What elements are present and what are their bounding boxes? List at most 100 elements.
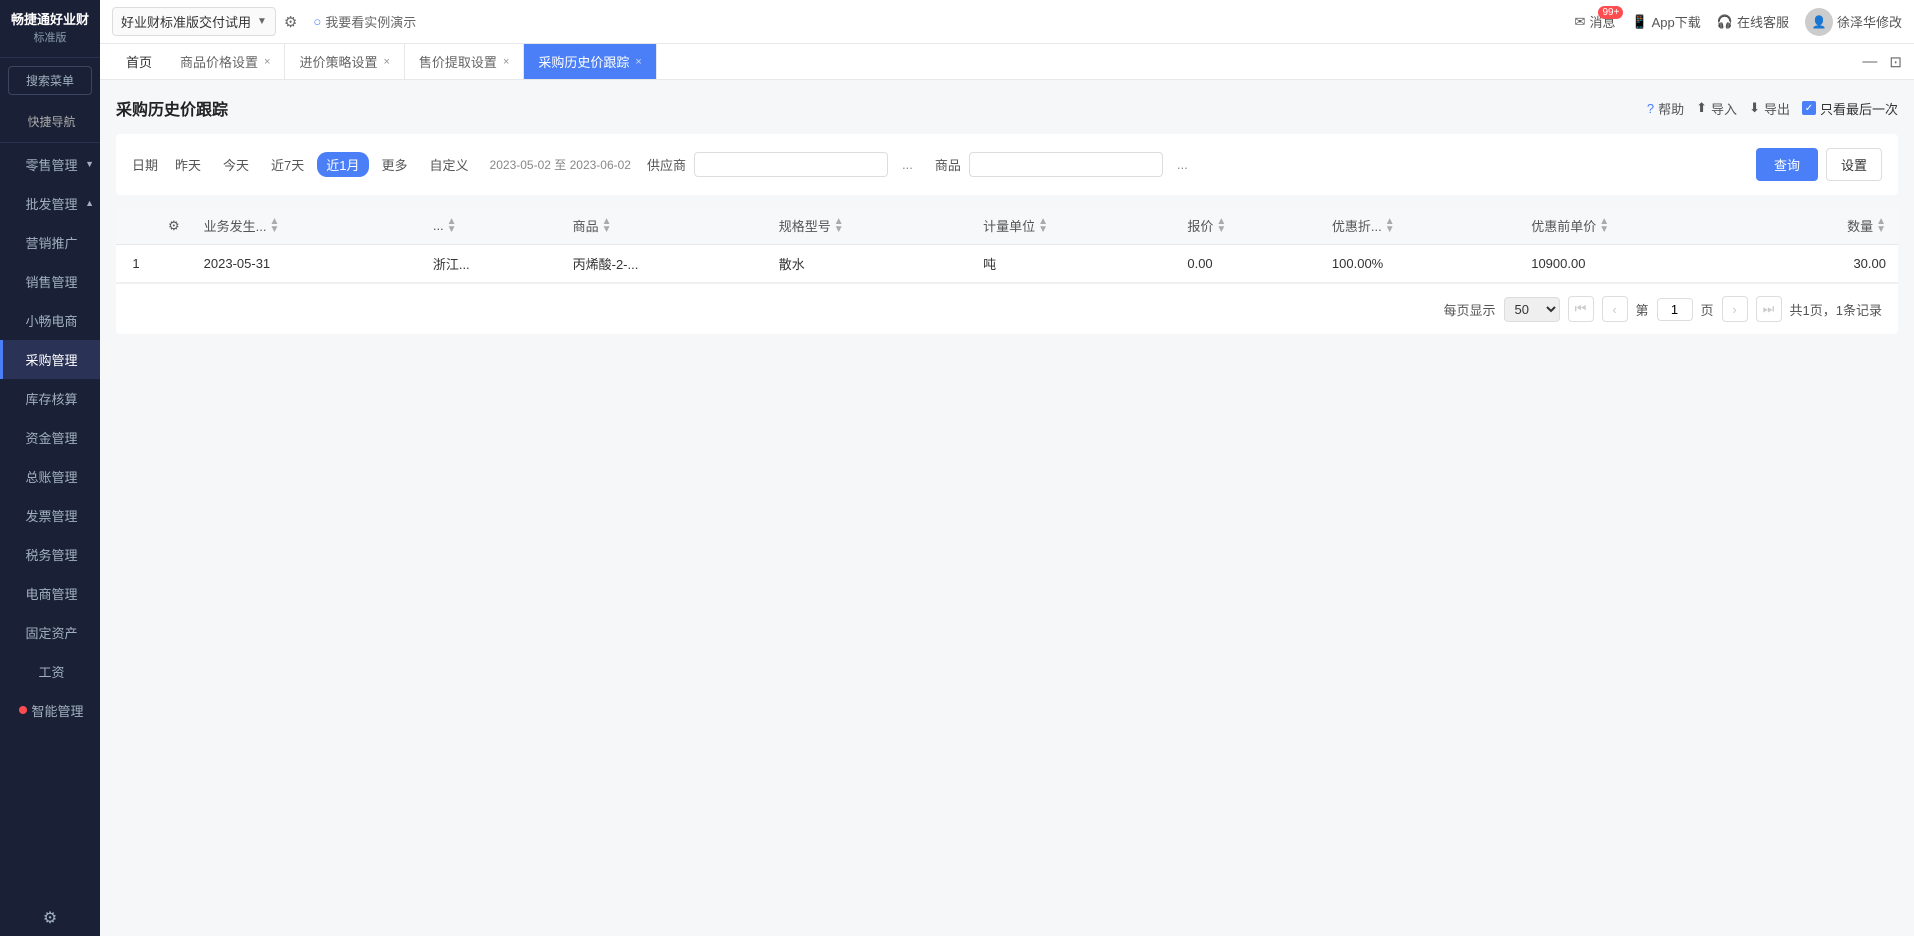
version-selector[interactable]: 好业财标准版交付试用 ▼ bbox=[112, 7, 276, 36]
goods-input[interactable] bbox=[969, 152, 1163, 177]
tab-price-close[interactable]: × bbox=[264, 56, 270, 68]
sidebar-item-quick-nav[interactable]: 快捷导航 bbox=[0, 103, 100, 140]
import-icon: ⬆ bbox=[1696, 100, 1707, 116]
goods-label: 商品 bbox=[935, 155, 961, 174]
settings-button[interactable]: 设置 bbox=[1826, 148, 1882, 181]
page-input[interactable] bbox=[1657, 298, 1693, 321]
page-title: 采购历史价跟踪 bbox=[116, 96, 228, 120]
th-before-price[interactable]: 优惠前单价 ▲▼ bbox=[1519, 207, 1753, 245]
sidebar-item-inventory[interactable]: 库存核算 bbox=[0, 379, 100, 418]
cell-supplier: 浙江... bbox=[421, 245, 561, 283]
message-badge: 99+ bbox=[1598, 6, 1623, 19]
supplier-input[interactable] bbox=[694, 152, 888, 177]
user-name: 徐泽华修改 bbox=[1837, 12, 1902, 31]
filter-action-buttons: 查询 设置 bbox=[1756, 148, 1882, 181]
sidebar-item-retail[interactable]: 零售管理 bbox=[0, 145, 100, 184]
sidebar-item-smart[interactable]: 智能管理 bbox=[0, 691, 100, 730]
cell-spec: 散水 bbox=[767, 245, 971, 283]
tab-purchase-strategy[interactable]: 进价策略设置 × bbox=[285, 44, 404, 80]
date-filter: 日期 昨天 今天 近7天 近1月 更多 自定义 2023-05-02 至 202… bbox=[132, 152, 631, 177]
per-page-label: 每页显示 bbox=[1443, 300, 1495, 319]
sidebar-item-purchase[interactable]: 采购管理 bbox=[0, 340, 100, 379]
date-btn-custom[interactable]: 自定义 bbox=[421, 152, 478, 177]
help-icon: ? bbox=[1647, 101, 1654, 116]
tab-sale-extract-close[interactable]: × bbox=[503, 56, 509, 68]
next-page-btn[interactable]: › bbox=[1722, 296, 1748, 322]
page-content: 采购历史价跟踪 ? 帮助 ⬆ 导入 ⬇ 导出 ✓ 只看最后一次 bbox=[100, 80, 1914, 936]
date-btn-yesterday[interactable]: 昨天 bbox=[166, 152, 210, 177]
th-spec[interactable]: 规格型号 ▲▼ bbox=[767, 207, 971, 245]
table-row: 1 2023-05-31 浙江... 丙烯酸-2-... 散水 吨 0.00 1… bbox=[116, 245, 1898, 283]
sidebar-gear-icon[interactable]: ⚙ bbox=[43, 910, 57, 927]
sidebar-item-marketing[interactable]: 营销推广 bbox=[0, 223, 100, 262]
online-service-button[interactable]: 🎧 在线客服 bbox=[1717, 12, 1789, 31]
only-last-checkbox[interactable]: ✓ 只看最后一次 bbox=[1802, 99, 1898, 118]
sidebar-item-payroll[interactable]: 工资 bbox=[0, 652, 100, 691]
cell-before-price: 10900.00 bbox=[1519, 245, 1753, 283]
app-download-button[interactable]: 📱 App下载 bbox=[1631, 12, 1700, 31]
sort-discount-icon: ▲▼ bbox=[1385, 218, 1395, 234]
goods-more-btn[interactable]: ... bbox=[1171, 155, 1194, 174]
tab-sale-extract[interactable]: 售价提取设置 × bbox=[405, 44, 524, 80]
page-unit: 页 bbox=[1701, 300, 1714, 319]
sidebar-item-wholesale[interactable]: 批发管理 bbox=[0, 184, 100, 223]
th-price[interactable]: 报价 ▲▼ bbox=[1175, 207, 1320, 245]
help-link[interactable]: ? 帮助 bbox=[1647, 99, 1684, 118]
tab-collapse-button[interactable]: — bbox=[1858, 49, 1881, 74]
import-link[interactable]: ⬆ 导入 bbox=[1696, 99, 1737, 118]
th-gear[interactable]: ⚙ bbox=[156, 207, 192, 245]
th-goods[interactable]: 商品 ▲▼ bbox=[561, 207, 767, 245]
export-link[interactable]: ⬇ 导出 bbox=[1749, 99, 1790, 118]
first-page-btn[interactable]: ⏮ bbox=[1568, 296, 1594, 322]
app-download-icon: 📱 bbox=[1631, 14, 1647, 30]
cell-date: 2023-05-31 bbox=[192, 245, 421, 283]
sidebar-item-sales[interactable]: 销售管理 bbox=[0, 262, 100, 301]
sort-before-price-icon: ▲▼ bbox=[1599, 218, 1609, 234]
tab-price[interactable]: 商品价格设置 × bbox=[166, 44, 285, 80]
user-profile-button[interactable]: 👤 徐泽华修改 bbox=[1805, 8, 1902, 36]
query-button[interactable]: 查询 bbox=[1756, 148, 1818, 181]
date-btn-7days[interactable]: 近7天 bbox=[262, 152, 313, 177]
date-btn-1month[interactable]: 近1月 bbox=[317, 152, 368, 177]
prev-page-btn[interactable]: ‹ bbox=[1602, 296, 1628, 322]
tab-history-price-close[interactable]: × bbox=[635, 56, 641, 68]
tab-history-price[interactable]: 采购历史价跟踪 × bbox=[524, 44, 656, 80]
sidebar-item-ecom-small[interactable]: 小畅电商 bbox=[0, 301, 100, 340]
tab-purchase-strategy-close[interactable]: × bbox=[383, 56, 389, 68]
sidebar: 畅捷通好业财 标准版 搜索菜单 快捷导航 零售管理 批发管理 营销推广 销售管理… bbox=[0, 0, 100, 936]
per-page-select[interactable]: 50 20 100 bbox=[1504, 297, 1560, 322]
only-last-label: 只看最后一次 bbox=[1820, 99, 1898, 118]
pagination: 每页显示 50 20 100 ⏮ ‹ 第 页 › ⏭ 共1页，1条记录 bbox=[116, 283, 1898, 334]
date-buttons: 昨天 今天 近7天 近1月 更多 自定义 bbox=[166, 152, 478, 177]
message-icon: ✉ bbox=[1575, 14, 1586, 30]
th-discount[interactable]: 优惠折... ▲▼ bbox=[1320, 207, 1519, 245]
supplier-more-btn[interactable]: ... bbox=[896, 155, 919, 174]
sidebar-item-finance[interactable]: 资金管理 bbox=[0, 418, 100, 457]
demo-link[interactable]: ○ 我要看实例演示 bbox=[313, 12, 416, 31]
topbar-right: ✉ 消息 99+ 📱 App下载 🎧 在线客服 👤 徐泽华修改 bbox=[1575, 8, 1902, 36]
date-btn-more[interactable]: 更多 bbox=[373, 152, 417, 177]
search-menu-button[interactable]: 搜索菜单 bbox=[8, 66, 92, 95]
tab-home[interactable]: 首页 bbox=[112, 44, 166, 80]
th-more[interactable]: ... ▲▼ bbox=[421, 207, 561, 245]
message-button[interactable]: ✉ 消息 99+ bbox=[1575, 12, 1616, 31]
th-unit[interactable]: 计量单位 ▲▼ bbox=[971, 207, 1175, 245]
cell-quote: 0.00 bbox=[1175, 245, 1320, 283]
version-label: 好业财标准版交付试用 bbox=[121, 12, 251, 31]
topbar-settings-icon[interactable]: ⚙ bbox=[284, 13, 297, 31]
th-date[interactable]: 业务发生... ▲▼ bbox=[192, 207, 421, 245]
date-btn-today[interactable]: 今天 bbox=[214, 152, 258, 177]
help-label: 帮助 bbox=[1658, 99, 1684, 118]
sort-more-icon: ▲▼ bbox=[447, 218, 457, 234]
th-quantity[interactable]: 数量 ▲▼ bbox=[1753, 207, 1898, 245]
table-header: ⚙ 业务发生... ▲▼ ... ▲▼ bbox=[116, 207, 1898, 245]
sidebar-item-general-ledger[interactable]: 总账管理 bbox=[0, 457, 100, 496]
tab-expand-button[interactable]: ⊡ bbox=[1885, 49, 1906, 75]
sidebar-item-fixed-assets[interactable]: 固定资产 bbox=[0, 613, 100, 652]
export-icon: ⬇ bbox=[1749, 100, 1760, 116]
sidebar-item-tax[interactable]: 税务管理 bbox=[0, 535, 100, 574]
sidebar-item-ecom[interactable]: 电商管理 bbox=[0, 574, 100, 613]
search-menu-container[interactable]: 搜索菜单 bbox=[0, 58, 100, 103]
last-page-btn[interactable]: ⏭ bbox=[1756, 296, 1782, 322]
sidebar-item-invoice[interactable]: 发票管理 bbox=[0, 496, 100, 535]
